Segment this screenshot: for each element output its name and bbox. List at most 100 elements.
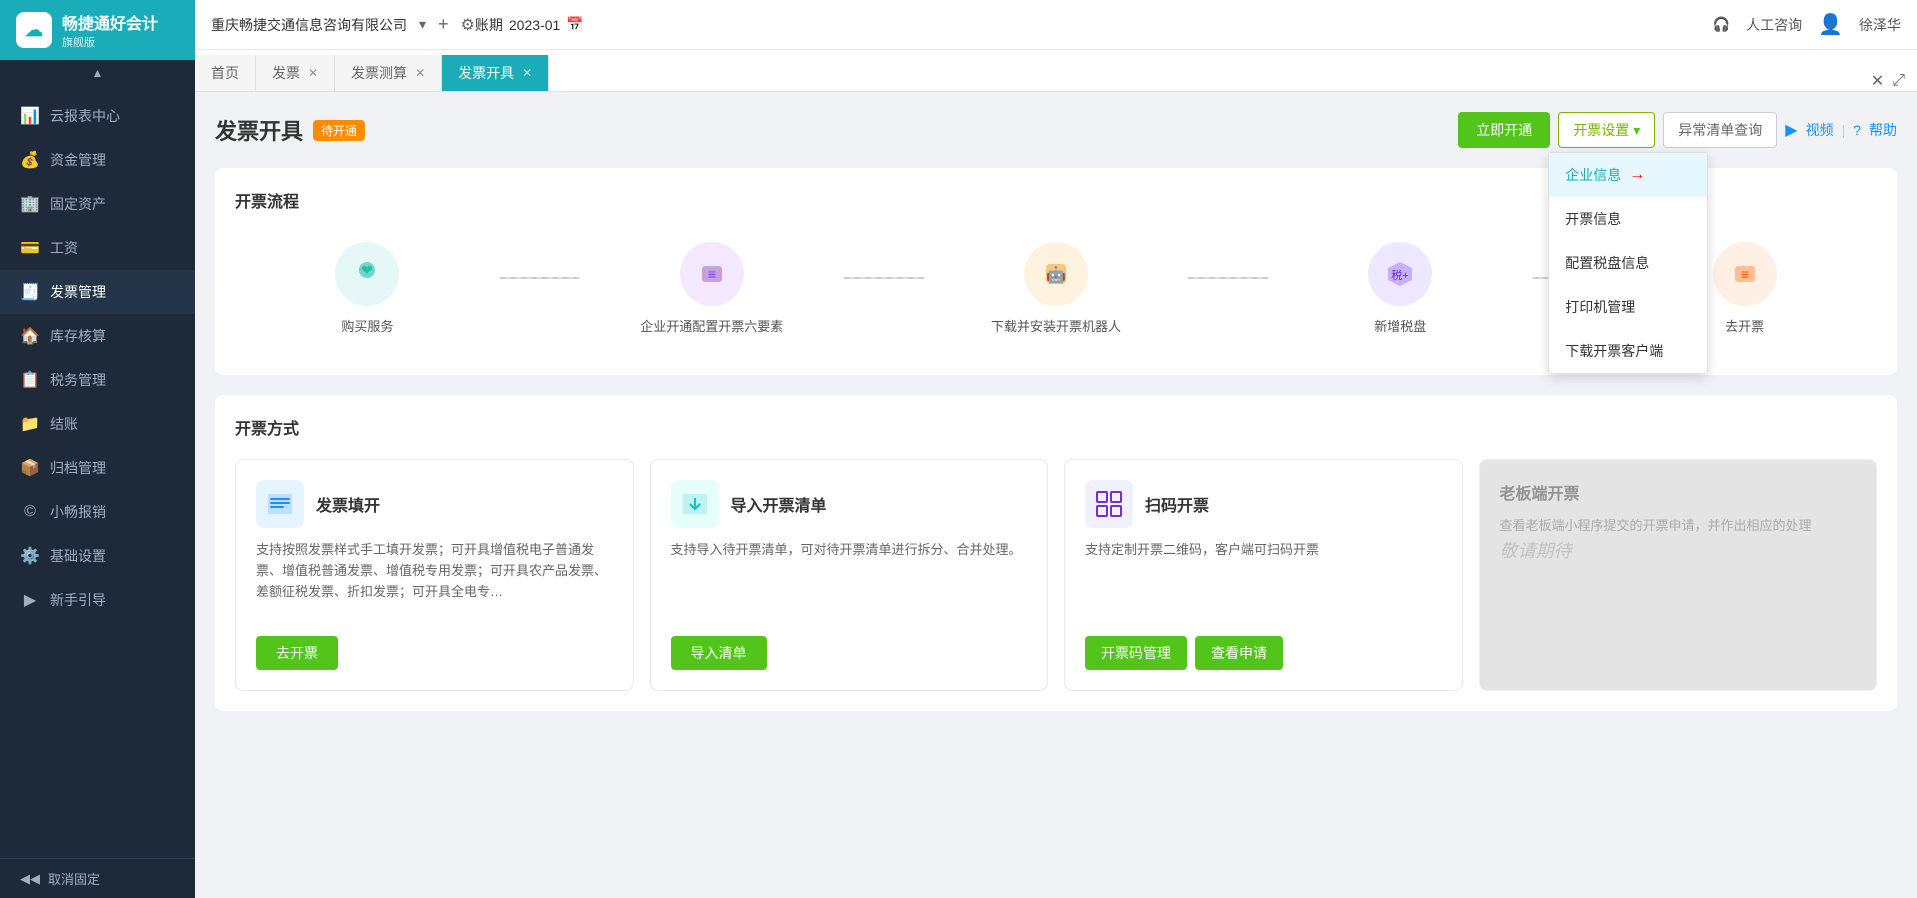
basic-icon: ⚙️ [20,546,40,566]
fill-invoice-icon [256,480,304,528]
sidebar-item-inventory[interactable]: 🏠 库存核算 [0,314,195,358]
fixed-assets-icon: 🏢 [20,194,40,214]
tab-invoice-close[interactable]: ✕ [308,66,318,80]
tab-invoice-calc-close[interactable]: ✕ [415,66,425,80]
sidebar-item-payroll[interactable]: 💳 工资 [0,226,195,270]
sidebar-item-archive[interactable]: 📦 归档管理 [0,446,195,490]
sidebar-item-settle[interactable]: 📁 结账 [0,402,195,446]
consult-button[interactable]: 人工咨询 [1746,15,1802,35]
sidebar-item-tax[interactable]: 📋 税务管理 [0,358,195,402]
flow-step-go-icon: ≡ [1713,242,1777,306]
activate-button[interactable]: 立即开通 [1458,112,1550,148]
flow-step-buy-label: 购买服务 [341,316,393,335]
header-actions: 立即开通 开票设置 ▾ 异常清单查询 ▶ 视频 | ? 帮助 企业信息 → 开票… [1458,112,1897,148]
fill-invoice-button[interactable]: 去开票 [256,636,338,670]
consult-icon: 🎧 [1713,16,1730,33]
method-import-title: 导入开票清单 [731,492,827,516]
dropdown-item-download-client[interactable]: 下载开票客户端 [1549,329,1707,373]
period-label: 账期 [475,15,503,35]
view-application-button[interactable]: 查看申请 [1195,636,1283,670]
sidebar-item-label: 工资 [50,238,78,258]
tab-home-label: 首页 [211,63,239,83]
exception-button[interactable]: 异常清单查询 [1663,112,1777,148]
sidebar-cancel-fixed[interactable]: ◀◀ 取消固定 [0,858,195,898]
main-content: 发票开具 待开通 立即开通 开票设置 ▾ 异常清单查询 ▶ 视频 | ? 帮助 … [195,92,1917,898]
tab-expand[interactable]: ⤢ [1892,72,1905,90]
method-scan-desc: 支持定制开票二维码，客户端可扫码开票 [1085,540,1442,620]
dropdown-item-invoice-info[interactable]: 开票信息 [1549,197,1707,241]
dropdown-item-printer[interactable]: 打印机管理 [1549,285,1707,329]
settings-button-label: 开票设置 [1573,120,1629,140]
video-label[interactable]: 视频 [1806,120,1834,140]
pending-badge: 敬请期待 [1500,537,1857,563]
sidebar-item-cloud-report[interactable]: 📊 云报表中心 [0,94,195,138]
page-title-row: 发票开具 待开通 [215,114,365,146]
report-icon: © [20,503,40,521]
sidebar-scroll-up[interactable]: ▲ [0,60,195,86]
add-company-button[interactable]: + [438,14,449,35]
method-section: 开票方式 发票填开 支持按照发票样式手工填开发票；可开具增值税电子普通发票、增值… [215,395,1897,711]
app-logo: ☁ 畅捷通好会计 旗舰版 [0,0,195,60]
flow-connector-2 [844,277,923,279]
method-fill-header: 发票填开 [256,480,613,528]
dropdown-item-company-info[interactable]: 企业信息 → [1549,153,1707,197]
sidebar-item-report[interactable]: © 小畅报销 [0,490,195,534]
dropdown-item-label: 配置税盘信息 [1565,253,1649,273]
sidebar-item-fund[interactable]: 💰 资金管理 [0,138,195,182]
separator: | [1842,122,1846,138]
settings-icon[interactable]: ⚙ [461,15,475,35]
sidebar-item-label: 归档管理 [50,458,106,478]
calendar-icon[interactable]: 📅 [566,16,583,33]
dropdown-item-tax-config[interactable]: 配置税盘信息 [1549,241,1707,285]
period-value: 2023-01 [509,17,560,33]
cloud-report-icon: 📊 [20,106,40,126]
flow-step-go-label: 去开票 [1725,316,1764,335]
video-play-icon: ▶ [1785,120,1797,140]
svg-text:≡: ≡ [708,266,716,282]
sidebar-item-guide[interactable]: ▶ 新手引导 [0,578,195,622]
svg-text:≡: ≡ [1741,266,1749,282]
tab-invoice-open-close[interactable]: ✕ [522,66,532,80]
help-label[interactable]: 帮助 [1869,120,1897,140]
user-name[interactable]: 徐泽华 [1859,15,1901,35]
method-fill-desc: 支持按照发票样式手工填开发票；可开具增值税电子普通发票、增值税普通发票、增值税专… [256,540,613,620]
scan-code-manage-button[interactable]: 开票码管理 [1085,636,1187,670]
flow-step-tax-label: 新增税盘 [1374,316,1426,335]
import-list-button[interactable]: 导入清单 [671,636,767,670]
tab-home[interactable]: 首页 [195,55,256,91]
fund-icon: 💰 [20,150,40,170]
tabs-bar: 首页 发票 ✕ 发票测算 ✕ 发票开具 ✕ ✕ ⤢ [195,50,1917,92]
scan-invoice-icon [1085,480,1133,528]
company-dropdown-icon[interactable]: ▾ [419,16,426,33]
flow-connector-1 [500,277,579,279]
boss-desc: 查看老板端小程序提交的开票申请，并作出相应的处理 [1500,516,1857,537]
tab-close-all[interactable]: ✕ [1871,71,1884,91]
top-bar-right: 🎧 人工咨询 👤 徐泽华 [1713,12,1901,37]
settings-dropdown: 企业信息 → 开票信息 配置税盘信息 打印机管理 下载开票客户端 [1548,152,1708,374]
method-card-scan: 扫码开票 支持定制开票二维码，客户端可扫码开票 开票码管理 查看申请 [1064,459,1463,691]
import-invoice-icon [671,480,719,528]
method-scan-header: 扫码开票 [1085,480,1442,528]
tab-invoice-open[interactable]: 发票开具 ✕ [442,55,549,91]
tab-invoice-label: 发票 [272,63,300,83]
flow-step-config: ≡ 企业开通配置开票六要素 [579,242,844,335]
sidebar-item-label: 基础设置 [50,546,106,566]
company-name: 重庆畅捷交通信息咨询有限公司 [211,15,407,35]
flow-step-install: 🤖 下载并安装开票机器人 [924,242,1189,335]
flow-step-buy-icon: ❤ [335,242,399,306]
sidebar-item-label: 库存核算 [50,326,106,346]
dropdown-item-label: 企业信息 [1565,165,1621,185]
sidebar-item-invoice-mgmt[interactable]: 🧾 发票管理 [0,270,195,314]
tab-invoice-calc[interactable]: 发票测算 ✕ [335,55,442,91]
settings-chevron-icon: ▾ [1633,122,1640,139]
method-import-header: 导入开票清单 [671,480,1028,528]
method-import-desc: 支持导入待开票清单，可对待开票清单进行拆分、合并处理。 [671,540,1028,620]
method-fill-title: 发票填开 [316,492,380,516]
flow-step-install-label: 下载并安装开票机器人 [991,316,1121,335]
sidebar-item-basic[interactable]: ⚙️ 基础设置 [0,534,195,578]
tab-invoice[interactable]: 发票 ✕ [256,55,335,91]
sidebar-item-fixed-assets[interactable]: 🏢 固定资产 [0,182,195,226]
settings-button[interactable]: 开票设置 ▾ [1558,112,1655,148]
archive-icon: 📦 [20,458,40,478]
sidebar-item-label: 固定资产 [50,194,106,214]
